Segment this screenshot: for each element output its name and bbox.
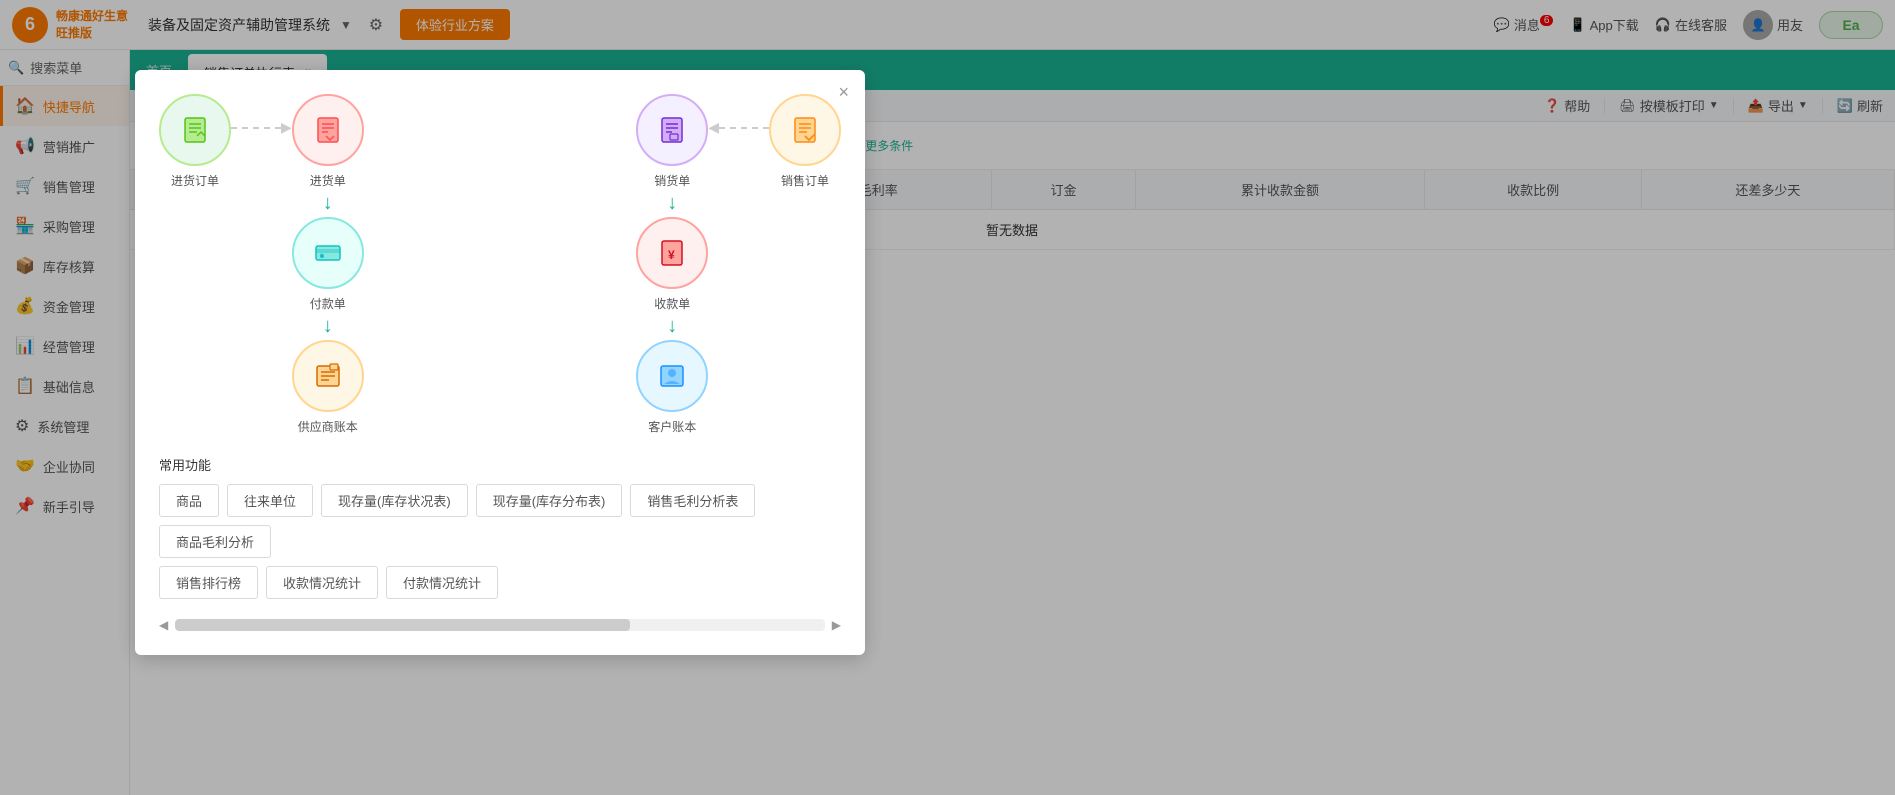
flow-col-1: 进货订单	[159, 94, 231, 189]
scrollbar-thumb	[175, 619, 630, 631]
down-arrow-6: ↓	[667, 316, 677, 336]
customer-ledger-label: 客户账本	[648, 418, 696, 435]
flow-customer-ledger[interactable]: 客户账本	[636, 340, 708, 435]
func-btn-stock-status[interactable]: 现存量(库存状况表)	[321, 484, 468, 517]
func-btn-sales-rank[interactable]: 销售排行榜	[159, 566, 258, 599]
flow-diagram: 进货订单 ▶	[159, 94, 841, 435]
func-btn-receipt-stat[interactable]: 收款情况统计	[266, 566, 378, 599]
purchase-order-label: 进货订单	[171, 172, 219, 189]
func-buttons-2: 销售排行榜 收款情况统计 付款情况统计	[159, 566, 841, 599]
flow-col-2: 进货单 ↓ ¥ 付款单 ↓	[292, 94, 364, 435]
h-arrow-1: ▶	[231, 119, 292, 136]
receipt-bill-icon: ¥	[636, 217, 708, 289]
svg-text:¥: ¥	[668, 248, 675, 262]
flow-payment-bill[interactable]: ¥ 付款单	[292, 217, 364, 312]
flow-sales-order[interactable]: 销售订单	[769, 94, 841, 189]
purchase-order-icon	[159, 94, 231, 166]
func-btn-payment-stat[interactable]: 付款情况统计	[386, 566, 498, 599]
func-btn-counterpart[interactable]: 往来单位	[227, 484, 313, 517]
sales-order-icon	[769, 94, 841, 166]
func-btn-sales-profit[interactable]: 销售毛利分析表	[630, 484, 755, 517]
sales-bill-icon	[636, 94, 708, 166]
sales-bill-label: 销货单	[654, 172, 690, 189]
func-btn-product[interactable]: 商品	[159, 484, 219, 517]
modal-scrollbar[interactable]: ◀ ▶	[159, 619, 841, 631]
h-arrow-2: ◀	[708, 119, 769, 136]
func-btn-stock-dist[interactable]: 现存量(库存分布表)	[476, 484, 623, 517]
supplier-ledger-label: 供应商账本	[298, 418, 358, 435]
down-arrow-2: ↓	[323, 193, 333, 213]
func-btn-product-profit[interactable]: 商品毛利分析	[159, 525, 271, 558]
customer-ledger-icon	[636, 340, 708, 412]
purchase-bill-label: 进货单	[310, 172, 346, 189]
payment-bill-label: 付款单	[310, 295, 346, 312]
down-arrow-3: ↓	[667, 193, 677, 213]
down-arrow-5: ↓	[323, 316, 333, 336]
flow-col-3: 销货单 ↓ ¥ 收款单 ↓	[636, 94, 708, 435]
common-functions-title: 常用功能	[159, 455, 841, 474]
scrollbar-track	[175, 619, 825, 631]
flow-purchase-bill[interactable]: 进货单	[292, 94, 364, 189]
sales-order-label: 销售订单	[781, 172, 829, 189]
modal-box: × 进货订单	[135, 70, 865, 655]
modal-close-btn[interactable]: ×	[838, 82, 849, 103]
flow-col-4: 销售订单	[769, 94, 841, 189]
modal-overlay[interactable]: × 进货订单	[0, 0, 1895, 795]
common-functions: 常用功能 商品 往来单位 现存量(库存状况表) 现存量(库存分布表) 销售毛利分…	[159, 455, 841, 599]
purchase-bill-icon	[292, 94, 364, 166]
receipt-bill-label: 收款单	[654, 295, 690, 312]
func-buttons: 商品 往来单位 现存量(库存状况表) 现存量(库存分布表) 销售毛利分析表 商品…	[159, 484, 841, 558]
flow-supplier-ledger[interactable]: 供应商账本	[292, 340, 364, 435]
flow-sales-bill[interactable]: 销货单	[636, 94, 708, 189]
payment-bill-icon: ¥	[292, 217, 364, 289]
flow-receipt-bill[interactable]: ¥ 收款单	[636, 217, 708, 312]
flow-purchase-order[interactable]: 进货订单	[159, 94, 231, 189]
supplier-ledger-icon	[292, 340, 364, 412]
